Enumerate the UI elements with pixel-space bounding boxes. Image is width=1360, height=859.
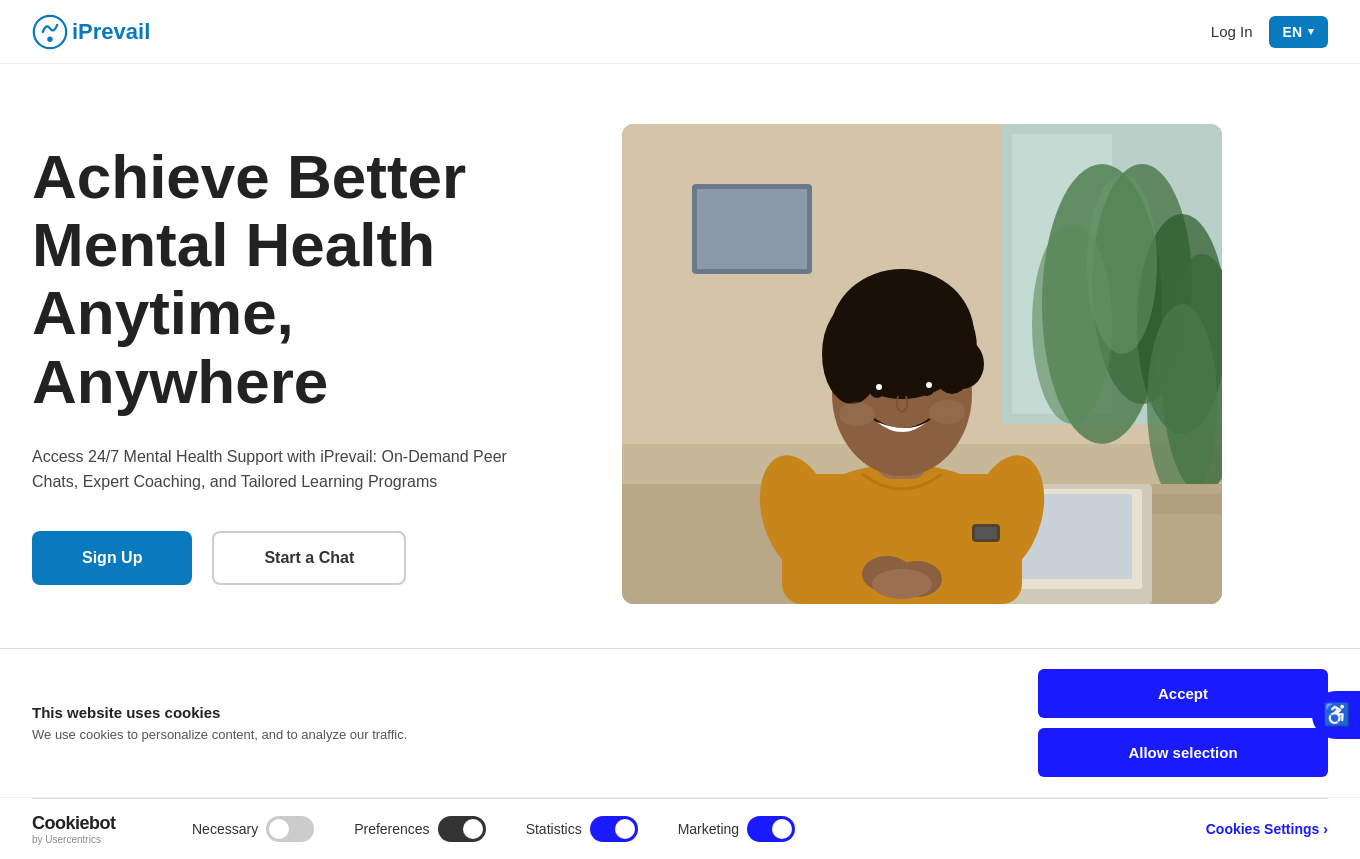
- cta-buttons: Sign Up Start a Chat: [32, 531, 582, 585]
- cookie-top: This website uses cookies We use cookies…: [0, 649, 1360, 664]
- header-right: Log In EN ▾: [1211, 16, 1328, 48]
- signup-button[interactable]: Sign Up: [32, 531, 192, 585]
- svg-point-14: [1147, 304, 1217, 504]
- svg-point-35: [926, 382, 932, 388]
- right-section: [622, 124, 1222, 604]
- hero-subtitle: Access 24/7 Mental Health Support with i…: [32, 444, 512, 495]
- logo-icon: [32, 14, 68, 50]
- header: iPrevail Log In EN ▾: [0, 0, 1360, 64]
- hero-title: Achieve Better Mental Health Anytime, An…: [32, 143, 582, 416]
- svg-point-26: [872, 569, 932, 599]
- svg-rect-5: [697, 189, 807, 269]
- svg-point-34: [876, 384, 882, 390]
- login-button[interactable]: Log In: [1211, 23, 1253, 40]
- start-chat-button[interactable]: Start a Chat: [212, 531, 406, 585]
- chevron-down-icon: ▾: [1308, 25, 1314, 38]
- hero-image-svg: [622, 124, 1222, 604]
- svg-point-0: [34, 15, 66, 47]
- svg-point-37: [929, 400, 965, 424]
- cookie-banner: This website uses cookies We use cookies…: [0, 648, 1360, 664]
- svg-point-1: [47, 36, 52, 41]
- svg-point-12: [1087, 174, 1157, 354]
- left-section: Achieve Better Mental Health Anytime, An…: [32, 143, 582, 585]
- main-content: Achieve Better Mental Health Anytime, An…: [0, 64, 1360, 664]
- hero-image: [622, 124, 1222, 604]
- svg-point-36: [839, 402, 875, 426]
- svg-point-38: [940, 339, 984, 389]
- logo[interactable]: iPrevail: [32, 14, 150, 50]
- svg-rect-40: [975, 527, 997, 539]
- logo-text: iPrevail: [72, 19, 150, 45]
- language-selector[interactable]: EN ▾: [1269, 16, 1328, 48]
